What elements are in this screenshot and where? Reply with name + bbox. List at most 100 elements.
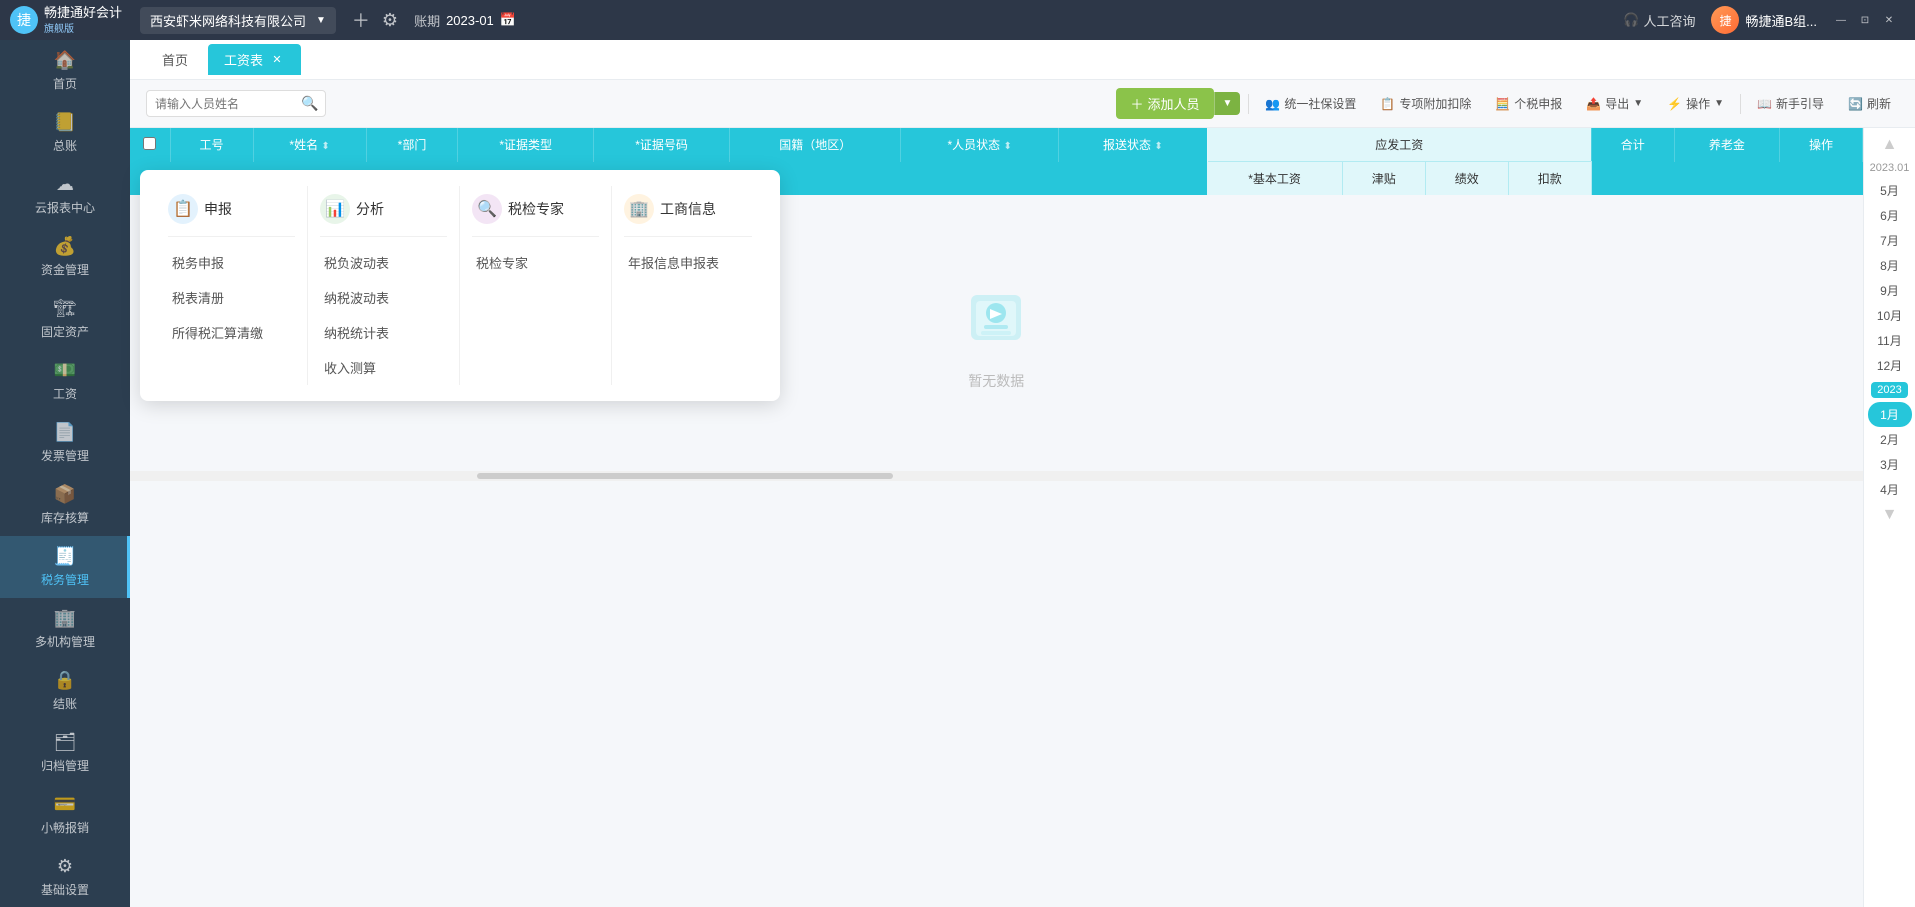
timeline-month-5[interactable]: 5月 xyxy=(1868,178,1912,203)
add-company-icon[interactable]: ＋ xyxy=(352,7,370,33)
th-filler2 xyxy=(1591,162,1862,196)
search-input[interactable] xyxy=(155,97,295,111)
sidebar-item-tax[interactable]: 🧾 税务管理 xyxy=(0,536,130,598)
search-box[interactable]: 🔍 xyxy=(146,90,326,117)
sidebar-item-inventory[interactable]: 📦 库存核算 xyxy=(0,474,130,536)
th-id-type: *证据类型 xyxy=(458,128,594,162)
declare-section-icon: 📋 xyxy=(168,194,198,224)
timeline-month-8[interactable]: 8月 xyxy=(1868,253,1912,278)
close-button[interactable]: ✕ xyxy=(1881,12,1897,28)
sidebar-item-salary[interactable]: 💵 工资 xyxy=(0,350,130,412)
personal-tax-icon: 🧮 xyxy=(1495,97,1510,111)
select-all-checkbox[interactable] xyxy=(143,137,156,150)
popup-item-income-clear[interactable]: 所得税汇算清缴 xyxy=(168,315,295,350)
popup-item-tax-stats[interactable]: 纳税统计表 xyxy=(320,315,447,350)
popup-item-annual-report[interactable]: 年报信息申报表 xyxy=(624,245,752,280)
add-button-label: 添加人员 xyxy=(1147,94,1199,113)
settings-gear-icon[interactable]: ⚙ xyxy=(382,10,398,31)
new-guide-action[interactable]: 📖 新手引导 xyxy=(1749,91,1832,116)
sidebar-item-fixed-assets[interactable]: 🏗 固定资产 xyxy=(0,288,130,350)
popup-item-tax-burden[interactable]: 税负波动表 xyxy=(320,245,447,280)
report-sort-icon[interactable]: ⬍ xyxy=(1154,141,1162,152)
sidebar-item-ledger[interactable]: 📒 总账 xyxy=(0,102,130,164)
tab-bar: 首页 工资表 ✕ xyxy=(130,40,1915,80)
horizontal-scrollbar[interactable] xyxy=(130,471,1863,481)
name-sort-icon[interactable]: ⬍ xyxy=(321,141,329,152)
invoice-icon: 📄 xyxy=(54,422,76,443)
popup-section-biz-info: 🏢 工商信息 年报信息申报表 xyxy=(612,186,764,385)
add-button-dropdown[interactable]: ▼ xyxy=(1214,92,1241,115)
calendar-icon[interactable]: 📅 xyxy=(500,12,516,28)
guide-icon: 📖 xyxy=(1757,97,1772,111)
th-deduction: 扣款 xyxy=(1508,162,1591,196)
popup-item-tax-payment[interactable]: 纳税波动表 xyxy=(320,280,447,315)
service-button[interactable]: 🎧 人工咨询 xyxy=(1623,11,1695,30)
timeline-month-1-active[interactable]: 1月 xyxy=(1868,402,1912,427)
operate-label: 操作 xyxy=(1686,95,1710,112)
timeline-month-4[interactable]: 4月 xyxy=(1868,477,1912,502)
th-checkbox[interactable] xyxy=(130,128,170,162)
tab-home[interactable]: 首页 xyxy=(146,44,204,75)
tax-icon: 🧾 xyxy=(54,546,76,567)
export-action[interactable]: 📤 导出 ▼ xyxy=(1578,91,1651,116)
header-right: 🎧 人工咨询 捷 畅捷通B组... — ⊡ ✕ xyxy=(1623,6,1905,34)
timeline-month-12[interactable]: 12月 xyxy=(1868,353,1912,378)
sidebar-label-close: 结账 xyxy=(53,695,77,712)
social-security-action[interactable]: 👥 统一社保设置 xyxy=(1257,91,1364,116)
popup-item-tax-declare[interactable]: 税务申报 xyxy=(168,245,295,280)
personal-tax-action[interactable]: 🧮 个税申报 xyxy=(1487,91,1570,116)
company-selector[interactable]: 西安虾米网络科技有限公司 ▼ xyxy=(140,7,336,34)
export-label: 导出 xyxy=(1605,95,1629,112)
sidebar-item-invoice[interactable]: 📄 发票管理 xyxy=(0,412,130,474)
th-total: 合计 xyxy=(1591,128,1674,162)
popup-item-income-calc[interactable]: 收入测算 xyxy=(320,350,447,385)
period-value: 2023-01 xyxy=(446,13,494,28)
sidebar-item-archive[interactable]: 🗂 归档管理 xyxy=(0,722,130,784)
refresh-action[interactable]: 🔄 刷新 xyxy=(1840,91,1899,116)
timeline-up-nav[interactable]: ▲ xyxy=(1878,132,1902,158)
th-op: 操作 xyxy=(1779,128,1862,162)
status-sort-icon[interactable]: ⬍ xyxy=(1004,141,1012,152)
timeline-month-2[interactable]: 2月 xyxy=(1868,427,1912,452)
tab-salary[interactable]: 工资表 ✕ xyxy=(208,44,301,75)
th-salary-group: 应发工资 xyxy=(1207,128,1591,162)
sidebar-item-cloud-report[interactable]: ☁ 云报表中心 xyxy=(0,164,130,226)
timeline-month-9[interactable]: 9月 xyxy=(1868,278,1912,303)
scroll-thumb[interactable] xyxy=(477,473,893,479)
settings-icon: ⚙ xyxy=(57,856,73,877)
period-area: 账期 2023-01 📅 xyxy=(414,11,516,30)
personal-tax-label: 个税申报 xyxy=(1514,95,1562,112)
archive-icon: 🗂 xyxy=(54,732,77,753)
popup-item-tax-clearance[interactable]: 税表清册 xyxy=(168,280,295,315)
sidebar-item-home[interactable]: 🏠 首页 xyxy=(0,40,130,102)
add-person-button[interactable]: ＋ 添加人员 xyxy=(1116,88,1213,119)
timeline-month-10[interactable]: 10月 xyxy=(1868,303,1912,328)
sidebar-item-close[interactable]: 🔒 结账 xyxy=(0,660,130,722)
sidebar-item-fund[interactable]: 💰 资金管理 xyxy=(0,226,130,288)
expert-section-title: 税检专家 xyxy=(508,199,564,219)
window-controls: — ⊡ ✕ xyxy=(1833,12,1897,28)
timeline-down-nav[interactable]: ▼ xyxy=(1878,502,1902,528)
timeline-month-11[interactable]: 11月 xyxy=(1868,328,1912,353)
home-icon: 🏠 xyxy=(54,50,76,71)
toolbar: 🔍 ＋ 添加人员 ▼ 👥 统一社保设置 📋 专项附加扣除 🧮 xyxy=(130,80,1915,128)
sidebar-item-multi-org[interactable]: 🏢 多机构管理 xyxy=(0,598,130,660)
timeline-month-7[interactable]: 7月 xyxy=(1868,228,1912,253)
minimize-button[interactable]: — xyxy=(1833,12,1849,28)
timeline-month-3[interactable]: 3月 xyxy=(1868,452,1912,477)
biz-section-title: 工商信息 xyxy=(660,199,716,219)
social-security-label: 统一社保设置 xyxy=(1284,95,1356,112)
operate-action[interactable]: ⚡ 操作 ▼ xyxy=(1659,91,1732,116)
sidebar-item-settings[interactable]: ⚙ 基础设置 xyxy=(0,846,130,907)
app-logo-icon: 捷 xyxy=(10,6,38,34)
timeline-month-6[interactable]: 6月 xyxy=(1868,203,1912,228)
special-deduct-action[interactable]: 📋 专项附加扣除 xyxy=(1372,91,1479,116)
tab-salary-close-icon[interactable]: ✕ xyxy=(269,52,285,68)
user-area[interactable]: 捷 畅捷通B组... xyxy=(1711,6,1817,34)
app-title: 畅捷通好会计 xyxy=(44,5,122,21)
sidebar-item-xiaochang[interactable]: 💳 小畅报销 xyxy=(0,784,130,846)
sep1 xyxy=(1248,94,1249,114)
sidebar: 🏠 首页 📒 总账 ☁ 云报表中心 💰 资金管理 🏗 固定资产 💵 工资 📄 发… xyxy=(0,40,130,907)
maximize-button[interactable]: ⊡ xyxy=(1857,12,1873,28)
popup-item-tax-expert[interactable]: 税检专家 xyxy=(472,245,599,280)
